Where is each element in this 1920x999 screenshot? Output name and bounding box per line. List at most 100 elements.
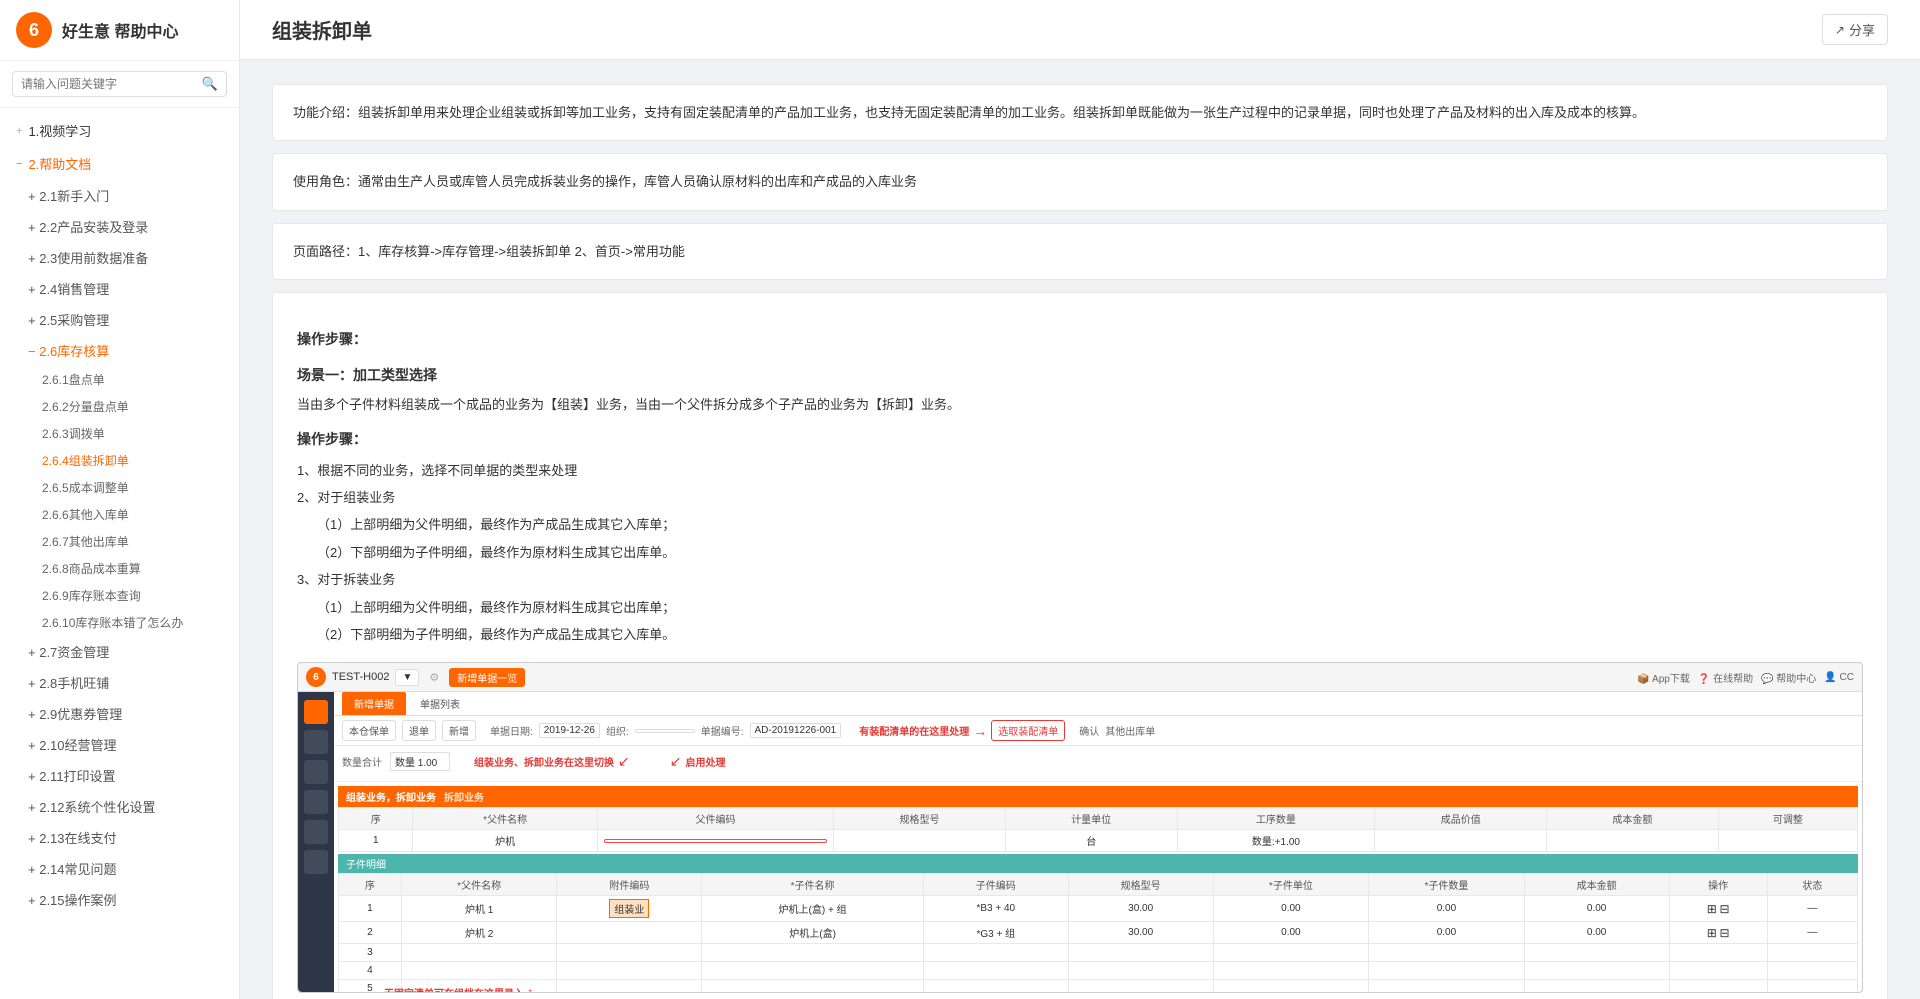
mock-sidebar-i5 bbox=[304, 850, 328, 874]
annotation-type-text: 组装业务、拆卸业务在这里切换 bbox=[474, 754, 614, 769]
share-label: 分享 bbox=[1849, 20, 1875, 39]
sub-cell-del-icon[interactable]: ⊟ bbox=[1720, 902, 1730, 916]
mock-new-btn[interactable]: 新增单据一览 bbox=[449, 668, 525, 687]
col-avail: 可调整 bbox=[1718, 808, 1857, 830]
mock-table-header-bar: 组装业务，拆卸业务 拆卸业务 bbox=[338, 786, 1858, 807]
sidebar-item-video-label: 1.视频学习 bbox=[28, 121, 91, 140]
share-button[interactable]: ↗ 分享 bbox=[1822, 14, 1888, 45]
sidebar-item-mobile[interactable]: + 2.8手机旺铺 bbox=[0, 667, 239, 698]
main-header: 组装拆卸单 ↗ 分享 bbox=[240, 0, 1920, 60]
steps-title: 操作步骤： bbox=[297, 429, 1863, 449]
cell-code bbox=[597, 830, 833, 852]
mock-form-row1: 数量合计 数量 1.00 组装业务、拆卸业务在这里切换 ↙ bbox=[342, 752, 1854, 771]
plus-icon-online: + bbox=[28, 831, 39, 846]
mock-sidebar-i3 bbox=[304, 790, 328, 814]
sidebar-item-ops[interactable]: + 2.10经营管理 bbox=[0, 729, 239, 760]
nav-group-video: + 1.视频学习 bbox=[0, 114, 239, 147]
sidebar-item-262[interactable]: 2.6.2分量盘点单 bbox=[0, 393, 239, 420]
sub-table-row-2: 2 炉机 2 炉机上(盒) *G3 + 组 30.00 0.00 0.00 bbox=[339, 922, 1858, 944]
sub-col-qty2: *子件数量 bbox=[1369, 874, 1525, 896]
sidebar-item-install[interactable]: + 2.2产品安装及登录 bbox=[0, 211, 239, 242]
col-code: 父件编码 bbox=[597, 808, 833, 830]
mock-sidebar-i4 bbox=[304, 820, 328, 844]
step2-2: （2）下部明细为子件明细，最终作为原材料生成其它出库单。 bbox=[297, 541, 1863, 564]
sidebar-item-269[interactable]: 2.6.9库存账本查询 bbox=[0, 582, 239, 609]
page-title: 组装拆卸单 bbox=[272, 15, 372, 44]
sidebar-item-purchase[interactable]: + 2.5采购管理 bbox=[0, 304, 239, 335]
mock-topbar: 6 TEST-H002 ▼ ⚙ 新增单据一览 📦 App下载 ❓ 在线帮助 💬 … bbox=[298, 663, 1862, 692]
mock-topbar-right: 📦 App下载 ❓ 在线帮助 💬 帮助中心 👤 CC bbox=[1637, 670, 1854, 685]
sidebar-item-new[interactable]: + 2.1新手入门 bbox=[0, 180, 239, 211]
sidebar-item-266[interactable]: 2.6.6其他入库单 bbox=[0, 501, 239, 528]
sidebar-item-coupon[interactable]: + 2.9优惠券管理 bbox=[0, 698, 239, 729]
sub-col-pcode: 附件编码 bbox=[557, 874, 702, 896]
mock-dropdown[interactable]: ▼ bbox=[395, 669, 419, 686]
sidebar-item-online[interactable]: + 2.13在线支付 bbox=[0, 822, 239, 853]
sidebar-item-267[interactable]: 2.6.7其他出库单 bbox=[0, 528, 239, 555]
sub-cell-copy-icon[interactable]: ⊞ bbox=[1707, 902, 1717, 916]
plus-icon-data: + bbox=[28, 251, 39, 266]
path-text: 页面路径：1、库存核算->库存管理->组装拆卸单 2、首页->常用功能 bbox=[293, 240, 1867, 263]
sub-cell-del2-icon[interactable]: ⊟ bbox=[1720, 926, 1730, 940]
sidebar-item-sales[interactable]: + 2.4销售管理 bbox=[0, 273, 239, 304]
sidebar-item-inventory[interactable]: − 2.6库存核算 bbox=[0, 335, 239, 366]
sub-table-row-5: 5 bbox=[339, 980, 1858, 993]
sub-cell-copy2-icon[interactable]: ⊞ bbox=[1707, 926, 1717, 940]
mock-app-icon: 📦 App下载 bbox=[1637, 670, 1689, 685]
mock-sidebar bbox=[298, 692, 334, 992]
mock-btn-new[interactable]: 新增 bbox=[442, 720, 476, 741]
mock-btn-cancel[interactable]: 退单 bbox=[402, 720, 436, 741]
sub-col-ops: 操作 bbox=[1669, 874, 1767, 896]
mock-org-input[interactable] bbox=[635, 729, 695, 733]
mock-table-subtitle: 拆卸业务 bbox=[444, 789, 484, 804]
plus-icon-ops: + bbox=[28, 738, 39, 753]
mock-select-bom-btn[interactable]: 选取装配清单 bbox=[991, 720, 1065, 741]
mock-tab-list[interactable]: 单据列表 bbox=[408, 692, 472, 715]
mock-form-area: 数量合计 数量 1.00 组装业务、拆卸业务在这里切换 ↙ bbox=[334, 746, 1862, 782]
plus-icon-mobile: + bbox=[28, 676, 39, 691]
col-spec: 规格型号 bbox=[834, 808, 1006, 830]
sidebar-item-263[interactable]: 2.6.3调拨单 bbox=[0, 420, 239, 447]
mock-qty-input[interactable]: 数量 1.00 bbox=[390, 752, 450, 771]
sidebar-item-custom[interactable]: + 2.12系统个性化设置 bbox=[0, 791, 239, 822]
sidebar-item-data[interactable]: + 2.3使用前数据准备 bbox=[0, 242, 239, 273]
operations-title: 操作步骤： bbox=[297, 329, 1863, 349]
sub-col-child: *子件名称 bbox=[702, 874, 924, 896]
sidebar-item-265[interactable]: 2.6.5成本调整单 bbox=[0, 474, 239, 501]
mock-date-input[interactable]: 2019-12-26 bbox=[539, 723, 600, 738]
search-input[interactable] bbox=[21, 77, 202, 91]
step3-2: （2）下部明细为子件明细，最终作为产成品生成其它入库单。 bbox=[297, 623, 1863, 646]
step1: 1、根据不同的业务，选择不同单据的类型来处理 bbox=[297, 459, 1863, 482]
mock-tab-active[interactable]: 新增单据 bbox=[342, 692, 406, 715]
mock-btn-save[interactable]: 本仓保单 bbox=[342, 720, 396, 741]
sidebar-item-docs[interactable]: − 2.帮助文档 bbox=[0, 147, 239, 180]
scenario1-desc: 当由多个子件材料组装成一个成品的业务为【组装】业务，当由一个父件拆分成多个子产品… bbox=[297, 393, 1863, 416]
mock-qty-label: 数量合计 bbox=[342, 754, 382, 769]
mock-confirm-label: 确认 bbox=[1079, 723, 1099, 738]
sidebar-item-268[interactable]: 2.6.8商品成本重算 bbox=[0, 555, 239, 582]
mock-sub-table-header: 子件明细 bbox=[338, 854, 1858, 873]
mock-layout: 新增单据 单据列表 本仓保单 退单 新增 单据日期: 2019-12-26 组织… bbox=[298, 692, 1862, 992]
role-text: 使用角色：通常由生产人员或库管人员完成拆装业务的操作，库管人员确认原材料的出库和… bbox=[293, 170, 1867, 193]
sidebar-item-print[interactable]: + 2.11打印设置 bbox=[0, 760, 239, 791]
sidebar-item-finance[interactable]: + 2.7资金管理 bbox=[0, 636, 239, 667]
mock-user-icon: 👤 CC bbox=[1824, 672, 1854, 683]
mock-table-upper: 序 *父件名称 父件编码 规格型号 计量单位 工序数量 成品价值 成本金额 bbox=[338, 807, 1858, 852]
cell-cost-val bbox=[1375, 830, 1547, 852]
scenario1-title: 场景一：加工类型选择 bbox=[297, 365, 1863, 385]
plus-icon-print: + bbox=[28, 769, 39, 784]
annotation-nobom-text: 无固定清单可在组档在这里录入 bbox=[384, 989, 524, 992]
cell-code-input[interactable] bbox=[604, 839, 827, 843]
sidebar-item-261[interactable]: 2.6.1盘点单 bbox=[0, 366, 239, 393]
search-wrap[interactable]: 🔍 bbox=[12, 71, 227, 97]
brand-name: 好生意 帮助中心 bbox=[62, 18, 178, 42]
sub-cell-bom-type[interactable]: 组装业 bbox=[609, 899, 649, 918]
minus-icon-inventory: − bbox=[28, 344, 39, 359]
sidebar-item-faq[interactable]: + 2.14常见问题 bbox=[0, 853, 239, 884]
sidebar-item-264[interactable]: 2.6.4组装拆卸单 bbox=[0, 447, 239, 474]
mock-billno-input[interactable]: AD-20191226-001 bbox=[750, 723, 842, 738]
sidebar-item-2610[interactable]: 2.6.10库存账本错了怎么办 bbox=[0, 609, 239, 636]
sidebar-item-case[interactable]: + 2.15操作案例 bbox=[0, 884, 239, 915]
sidebar-item-video[interactable]: + 1.视频学习 bbox=[0, 114, 239, 147]
sub-col-spec2: 规格型号 bbox=[1068, 874, 1213, 896]
